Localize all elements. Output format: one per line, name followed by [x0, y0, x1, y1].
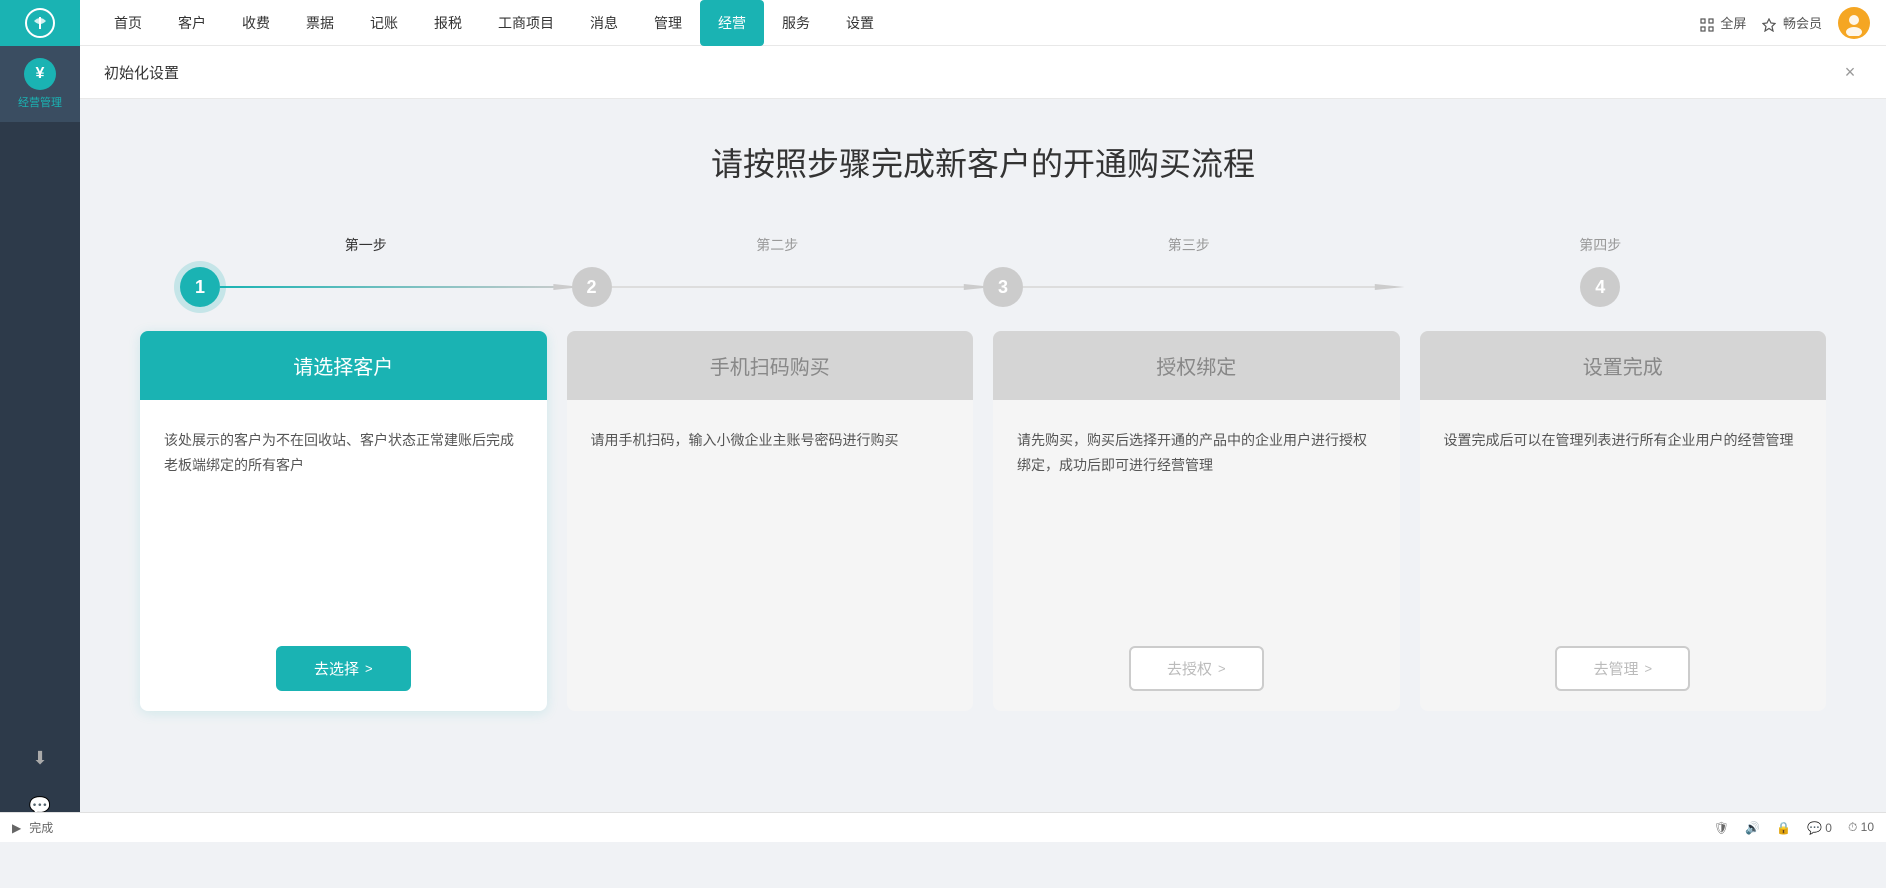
- card-4-body: 设置完成后可以在管理列表进行所有企业用户的经营管理: [1420, 400, 1827, 626]
- step-card-4: 设置完成 设置完成后可以在管理列表进行所有企业用户的经营管理 去管理 >: [1420, 331, 1827, 711]
- close-button[interactable]: ×: [1838, 60, 1862, 84]
- step-indicator-4: 第四步 4: [1395, 235, 1807, 307]
- go-authorize-arrow: >: [1218, 661, 1226, 676]
- card-4-footer: 去管理 >: [1420, 626, 1827, 711]
- status-label: 完成: [29, 819, 53, 836]
- play-button[interactable]: ▶: [12, 821, 21, 835]
- timer-icon: ⏱ 10: [1848, 820, 1874, 835]
- nav-tickets[interactable]: 票据: [288, 0, 352, 46]
- step-4-circle: 4: [1580, 267, 1620, 307]
- go-manage-arrow: >: [1644, 661, 1652, 676]
- nav-home[interactable]: 首页: [96, 0, 160, 46]
- sidebar-logo[interactable]: [0, 0, 80, 46]
- lock-icon: 🔒: [1776, 821, 1791, 835]
- sidebar-item-label: 经营管理: [18, 94, 62, 110]
- nav-tax[interactable]: 报税: [416, 0, 480, 46]
- shield-icon: 🛡: [1714, 821, 1729, 835]
- card-1-body: 该处展示的客户为不在回收站、客户状态正常建账后完成老板端绑定的所有客户: [140, 400, 547, 626]
- nav-messages[interactable]: 消息: [572, 0, 636, 46]
- nav-customers[interactable]: 客户: [160, 0, 224, 46]
- step-2-label: 第二步: [756, 235, 798, 255]
- step-4-label: 第四步: [1579, 235, 1621, 255]
- step-1-label: 第一步: [345, 235, 387, 255]
- step-indicator-2: 第二步 2: [572, 235, 984, 307]
- step-line-2: [612, 286, 984, 288]
- step-line-1: [220, 286, 572, 288]
- user-avatar[interactable]: [1838, 7, 1870, 39]
- step-card-2: 手机扫码购买 请用手机扫码，输入小微企业主账号密码进行购买: [567, 331, 974, 711]
- main-title: 请按照步骤完成新客户的开通购买流程: [140, 139, 1826, 185]
- card-2-footer: [567, 671, 974, 711]
- card-4-header: 设置完成: [1420, 331, 1827, 400]
- step-indicator-3: 第三步 3: [983, 235, 1395, 307]
- go-manage-button[interactable]: 去管理 >: [1555, 646, 1690, 691]
- go-select-arrow: >: [365, 661, 373, 676]
- management-icon: ¥: [24, 58, 56, 90]
- step-card-1: 请选择客户 该处展示的客户为不在回收站、客户状态正常建账后完成老板端绑定的所有客…: [140, 331, 547, 711]
- step-card-3: 授权绑定 请先购买，购买后选择开通的产品中的企业用户进行授权绑定，成功后即可进行…: [993, 331, 1400, 711]
- card-1-footer: 去选择 >: [140, 626, 547, 711]
- step-3-label: 第三步: [1168, 235, 1210, 255]
- nav-commerce[interactable]: 工商项目: [480, 0, 572, 46]
- nav-accounting[interactable]: 记账: [352, 0, 416, 46]
- steps-indicator: 第一步 1 第二步 2: [140, 235, 1826, 307]
- status-bar-right: 🛡 🔊 🔒 💬 0 ⏱ 10: [1714, 820, 1874, 835]
- sidebar: ¥ 经营管理 ⬇ 💬: [0, 0, 80, 842]
- main-content: 初始化设置 × 请按照步骤完成新客户的开通购买流程 第一步 1: [80, 46, 1886, 842]
- nav-right: 全屏 畅会员: [1700, 7, 1870, 39]
- card-1-header: 请选择客户: [140, 331, 547, 400]
- nav-operations[interactable]: 经营: [700, 0, 764, 46]
- step-cards: 请选择客户 该处展示的客户为不在回收站、客户状态正常建账后完成老板端绑定的所有客…: [140, 331, 1826, 711]
- page-header: 初始化设置 ×: [80, 46, 1886, 99]
- top-navigation: 首页 客户 收费 票据 记账 报税 工商项目 消息 管理 经营 服务 设置 全屏…: [80, 0, 1886, 46]
- fullscreen-button[interactable]: 全屏: [1700, 13, 1747, 32]
- nav-service[interactable]: 服务: [764, 0, 828, 46]
- card-3-header: 授权绑定: [993, 331, 1400, 400]
- page-title: 初始化设置: [104, 62, 179, 83]
- nav-settings[interactable]: 设置: [828, 0, 892, 46]
- status-bar: ▶ 完成 🛡 🔊 🔒 💬 0 ⏱ 10: [0, 812, 1886, 842]
- card-2-header: 手机扫码购买: [567, 331, 974, 400]
- step-1-circle: 1: [180, 267, 220, 307]
- sidebar-item-management[interactable]: ¥ 经营管理: [0, 46, 80, 122]
- card-3-footer: 去授权 >: [993, 626, 1400, 711]
- message-count: 💬 0: [1807, 821, 1832, 835]
- step-line-3: [1023, 286, 1395, 288]
- nav-admin[interactable]: 管理: [636, 0, 700, 46]
- content-area: 请按照步骤完成新客户的开通购买流程 第一步 1: [80, 99, 1886, 751]
- step-2-circle: 2: [572, 267, 612, 307]
- member-button[interactable]: 畅会员: [1762, 13, 1822, 32]
- nav-billing[interactable]: 收费: [224, 0, 288, 46]
- volume-icon[interactable]: 🔊: [1745, 821, 1760, 835]
- go-authorize-button[interactable]: 去授权 >: [1129, 646, 1264, 691]
- download-icon[interactable]: ⬇: [0, 738, 80, 778]
- go-select-button[interactable]: 去选择 >: [276, 646, 411, 691]
- step-indicator-1: 第一步 1: [160, 235, 572, 307]
- step-3-circle: 3: [983, 267, 1023, 307]
- card-3-body: 请先购买，购买后选择开通的产品中的企业用户进行授权绑定，成功后即可进行经营管理: [993, 400, 1400, 626]
- card-2-body: 请用手机扫码，输入小微企业主账号密码进行购买: [567, 400, 974, 671]
